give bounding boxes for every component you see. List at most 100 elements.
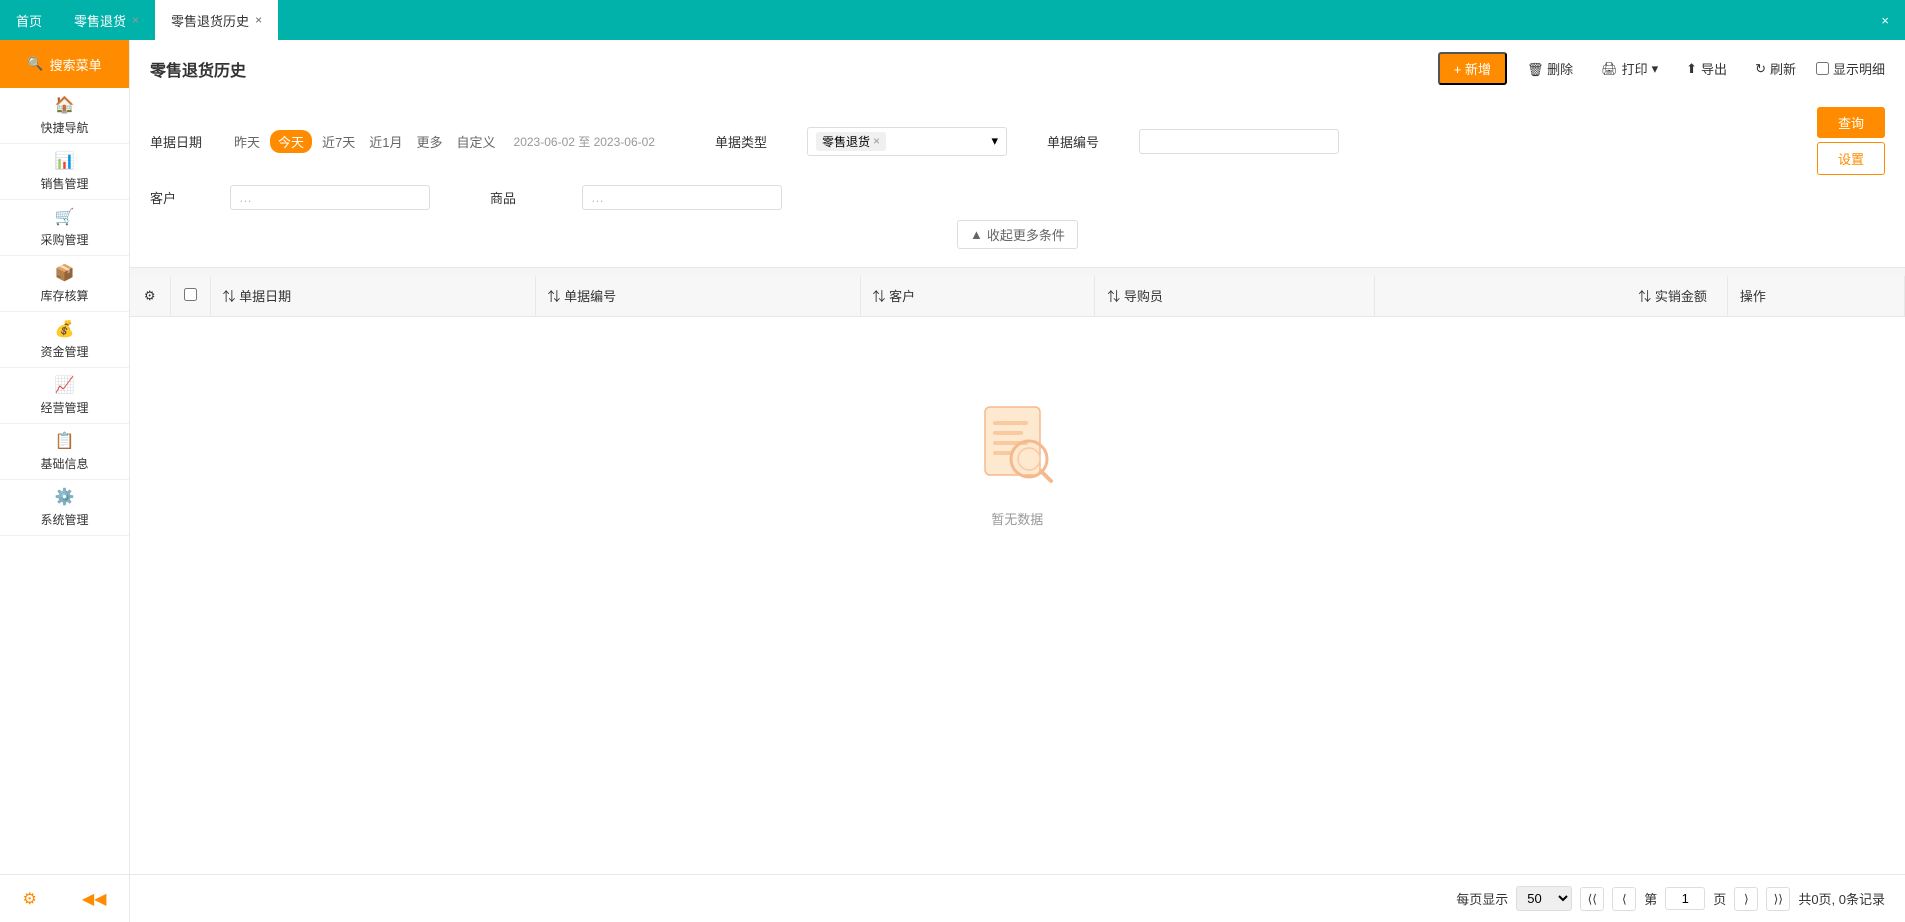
table-header-row: ⚙ ⇅ 单据日期 ⇅ 单据编号 ⇅ 客户 ⇅ 导购员 (130, 276, 1905, 316)
system-mgmt-icon: ⚙️ (55, 487, 75, 507)
date-opt-custom[interactable]: 自定义 (453, 130, 500, 153)
th-amount-label: ⇅ 实销金额 (1638, 289, 1707, 304)
type-select-dropdown-icon: ▾ (991, 133, 998, 149)
export-btn[interactable]: ⬆ 导出 (1678, 55, 1735, 82)
type-filter-select[interactable]: 零售退货 × ▾ (807, 127, 1007, 156)
inventory-label: 库存核算 (40, 287, 88, 304)
new-btn[interactable]: + 新增 (1438, 52, 1507, 85)
data-table: ⚙ ⇅ 单据日期 ⇅ 单据编号 ⇅ 客户 ⇅ 导购员 (130, 276, 1905, 608)
sidebar-volume-btn[interactable]: ◀◀ (82, 889, 107, 909)
collapse-label: 收起更多条件 (987, 225, 1065, 244)
date-opt-1month[interactable]: 近1月 (365, 130, 406, 153)
page-unit-label: 页 (1713, 889, 1726, 908)
inventory-icon: 📦 (55, 263, 75, 283)
goods-filter-label: 商品 (490, 188, 570, 207)
date-opt-today[interactable]: 今天 (270, 130, 312, 153)
print-icon: 🖨 (1601, 61, 1618, 77)
show-detail-label[interactable]: 显示明细 (1816, 59, 1885, 78)
sidebar-item-finance[interactable]: 💰 资金管理 (0, 312, 129, 368)
th-actions: 操作 (1727, 276, 1904, 316)
customer-filter-input[interactable] (230, 185, 430, 210)
empty-state: 暂无数据 (130, 317, 1905, 608)
sidebar-item-inventory[interactable]: 📦 库存核算 (0, 256, 129, 312)
collapse-btn[interactable]: ▲ 收起更多条件 (957, 220, 1078, 249)
collapse-arrow-icon: ▲ (970, 227, 983, 242)
operations-label: 经营管理 (40, 399, 88, 416)
tab-retail-return-close[interactable]: × (132, 13, 139, 27)
sales-mgmt-label: 销售管理 (40, 175, 88, 192)
empty-state-row: 暂无数据 (130, 316, 1905, 608)
system-mgmt-label: 系统管理 (40, 511, 88, 528)
sidebar-search-btn[interactable]: 🔍 搜索菜单 (0, 40, 129, 88)
date-opt-yesterday[interactable]: 昨天 (230, 130, 264, 153)
page-size-label: 每页显示 (1456, 889, 1508, 908)
sidebar-item-purchase-mgmt[interactable]: 🛒 采购管理 (0, 200, 129, 256)
sidebar-item-system-mgmt[interactable]: ⚙️ 系统管理 (0, 480, 129, 536)
prev-page-btn[interactable]: ⟨ (1612, 887, 1636, 911)
tab-retail-return-history[interactable]: 零售退货历史 × (155, 0, 278, 40)
total-info: 共0页, 0条记录 (1798, 889, 1885, 908)
query-btn[interactable]: 查询 (1817, 107, 1885, 138)
tab-home[interactable]: 首页 (0, 0, 58, 40)
setting-btn[interactable]: 设置 (1817, 142, 1885, 175)
sidebar-item-quick-nav[interactable]: 🏠 快捷导航 (0, 88, 129, 144)
page-size-select[interactable]: 20 50 100 (1516, 886, 1572, 911)
date-filter-label: 单据日期 (150, 132, 230, 151)
th-actions-label: 操作 (1740, 289, 1766, 304)
basic-info-icon: 📋 (55, 431, 75, 451)
next-page-btn[interactable]: ⟩ (1734, 887, 1758, 911)
select-all-checkbox[interactable] (184, 288, 197, 301)
top-tab-bar: 首页 零售退货 × 零售退货历史 × × (0, 0, 1905, 40)
goods-filter-input[interactable] (582, 185, 782, 210)
first-page-btn[interactable]: ⟨⟨ (1580, 887, 1604, 911)
delete-btn[interactable]: 🗑 删除 (1519, 55, 1581, 82)
date-range-text: 2023-06-02 至 2023-06-02 (514, 133, 655, 150)
th-guide[interactable]: ⇅ 导购员 (1095, 276, 1375, 316)
page-title-row: 零售退货历史 + 新增 🗑 删除 🖨 打印 ▾ ⬆ 导出 ↻ (150, 52, 1885, 85)
type-tag: 零售退货 × (816, 132, 886, 151)
sidebar-item-basic-info[interactable]: 📋 基础信息 (0, 424, 129, 480)
date-opt-7days[interactable]: 近7天 (318, 130, 359, 153)
date-opt-more[interactable]: 更多 (413, 130, 447, 153)
refresh-btn[interactable]: ↻ 刷新 (1747, 55, 1804, 82)
th-checkbox[interactable] (170, 276, 210, 316)
type-tag-remove[interactable]: × (873, 134, 880, 148)
quick-nav-icon: 🏠 (55, 95, 75, 115)
th-date-label: ⇅ 单据日期 (223, 289, 292, 304)
export-icon: ⬆ (1686, 61, 1697, 77)
empty-state-cell: 暂无数据 (130, 316, 1905, 608)
filter-row-customer: 客户 商品 (150, 185, 1885, 210)
th-number[interactable]: ⇅ 单据编号 (535, 276, 860, 316)
tab-retail-return[interactable]: 零售退货 × (58, 0, 155, 40)
purchase-mgmt-icon: 🛒 (55, 207, 75, 227)
customer-filter-label: 客户 (150, 188, 230, 207)
sidebar-item-operations[interactable]: 📈 经营管理 (0, 368, 129, 424)
quick-nav-label: 快捷导航 (40, 119, 88, 136)
show-detail-checkbox[interactable] (1816, 62, 1829, 75)
table-body: 暂无数据 (130, 316, 1905, 608)
th-number-label: ⇅ 单据编号 (548, 289, 617, 304)
th-settings[interactable]: ⚙ (130, 276, 170, 316)
sidebar-footer: ⚙ ◀◀ (0, 874, 129, 922)
last-page-btn[interactable]: ⟩⟩ (1766, 887, 1790, 911)
page-label: 第 (1644, 889, 1657, 908)
sales-mgmt-icon: 📊 (55, 151, 75, 171)
main-layout: 🔍 搜索菜单 🏠 快捷导航 📊 销售管理 🛒 采购管理 📦 库存核算 💰 (0, 40, 1905, 922)
number-filter-input[interactable] (1139, 129, 1339, 154)
th-customer[interactable]: ⇅ 客户 (860, 276, 1095, 316)
page-input[interactable] (1665, 887, 1705, 910)
tab-retail-return-history-close[interactable]: × (255, 13, 262, 27)
print-btn[interactable]: 🖨 打印 ▾ (1593, 55, 1666, 82)
sidebar: 🔍 搜索菜单 🏠 快捷导航 📊 销售管理 🛒 采购管理 📦 库存核算 💰 (0, 40, 130, 922)
th-date[interactable]: ⇅ 单据日期 (210, 276, 535, 316)
finance-label: 资金管理 (40, 343, 88, 360)
th-amount[interactable]: ⇅ 实销金额 (1375, 276, 1728, 316)
search-icon: 🔍 (27, 56, 43, 72)
type-filter-label: 单据类型 (715, 132, 795, 151)
pagination-bar: 每页显示 20 50 100 ⟨⟨ ⟨ 第 页 ⟩ ⟩⟩ 共0页, 0条记录 (130, 874, 1905, 922)
sidebar-settings-btn[interactable]: ⚙ (23, 889, 37, 909)
sidebar-item-sales-mgmt[interactable]: 📊 销售管理 (0, 144, 129, 200)
print-dropdown-icon: ▾ (1652, 61, 1659, 77)
window-close-btn[interactable]: × (1881, 13, 1889, 28)
filter-area: 单据日期 昨天 今天 近7天 近1月 更多 自定义 2023-06-02 至 2… (150, 97, 1885, 267)
